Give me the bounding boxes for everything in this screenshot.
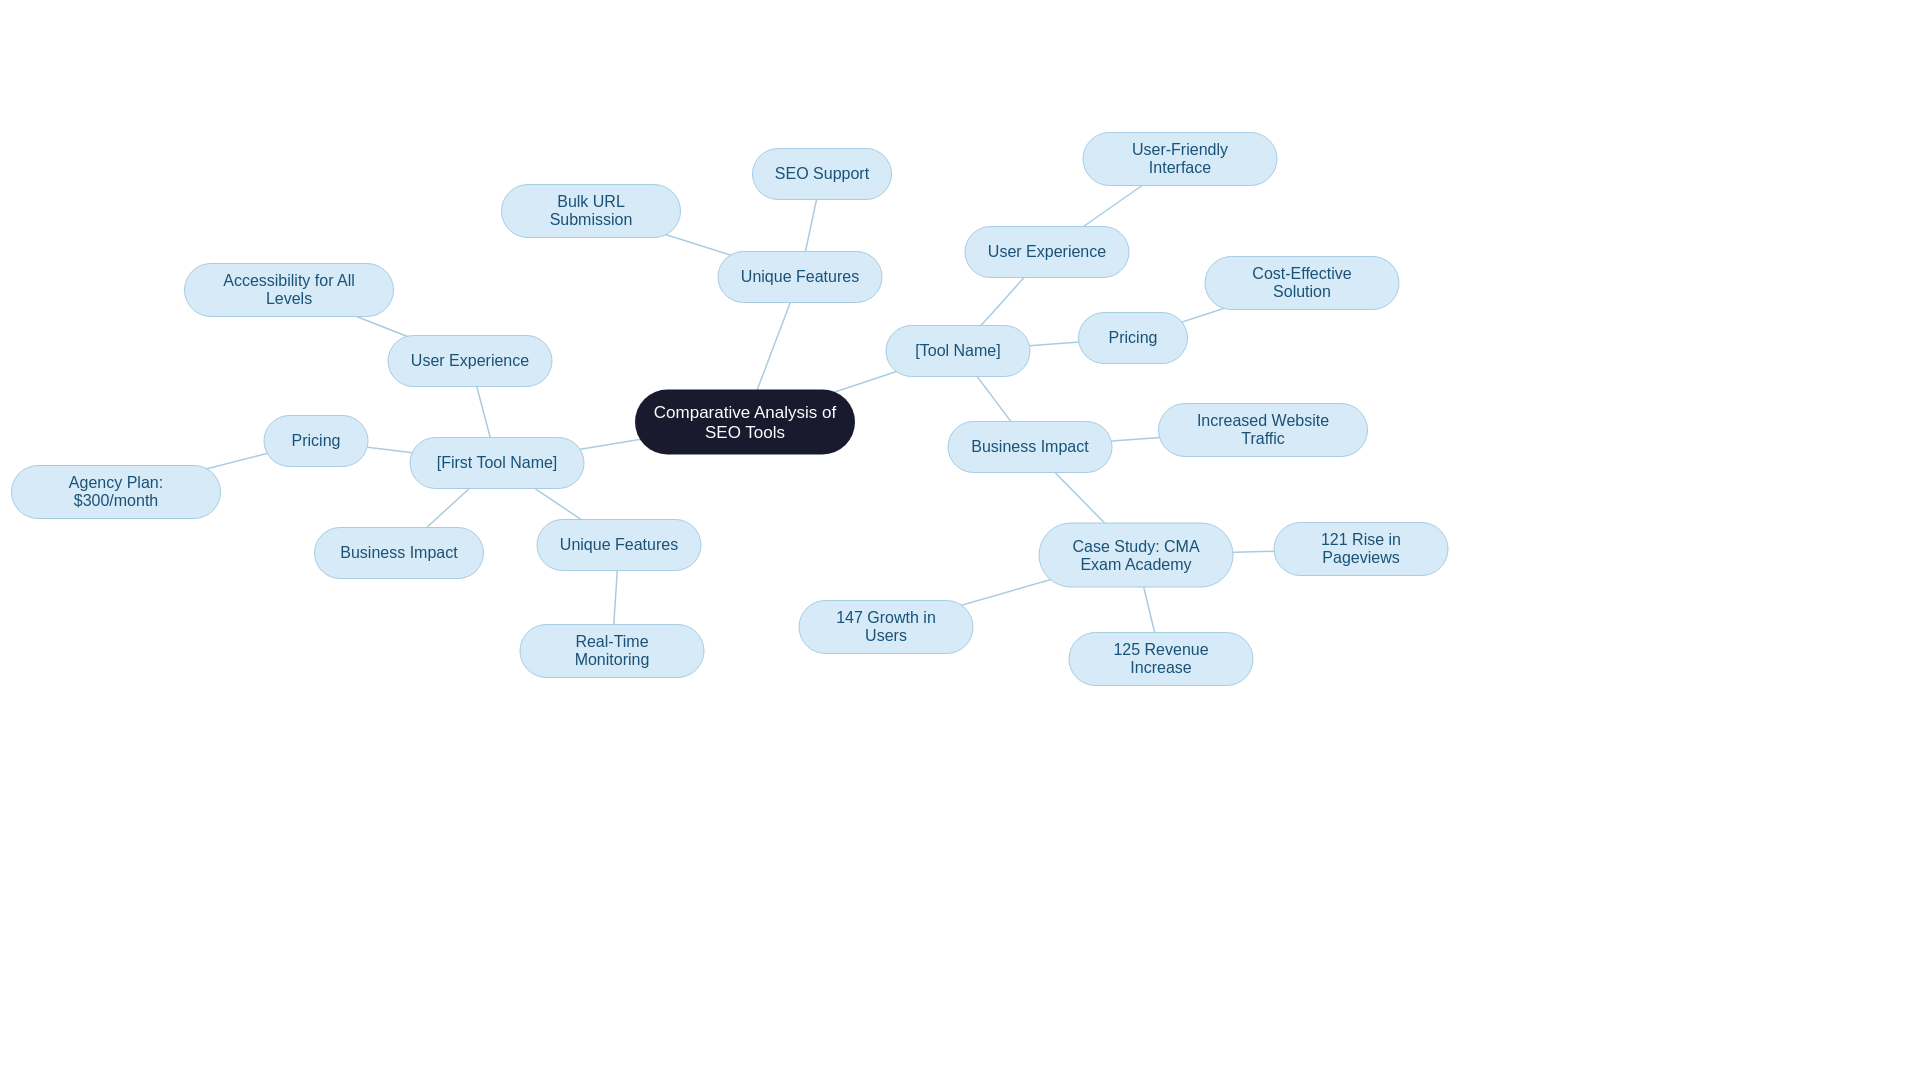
node-cost-effective[interactable]: Cost-Effective Solution bbox=[1205, 256, 1400, 310]
node-business-impact-right[interactable]: Business Impact bbox=[948, 421, 1113, 473]
node-rise-pageviews[interactable]: 121 Rise in Pageviews bbox=[1274, 522, 1449, 576]
node-ux-left[interactable]: User Experience bbox=[388, 335, 553, 387]
node-increased-traffic[interactable]: Increased Website Traffic bbox=[1158, 403, 1368, 457]
node-unique-features-left[interactable]: Unique Features bbox=[537, 519, 702, 571]
node-case-study[interactable]: Case Study: CMA Exam Academy bbox=[1039, 523, 1234, 588]
node-pricing-right[interactable]: Pricing bbox=[1078, 312, 1188, 364]
node-center[interactable]: Comparative Analysis of SEO Tools bbox=[635, 390, 855, 455]
node-business-impact-left[interactable]: Business Impact bbox=[314, 527, 484, 579]
node-bulk-url[interactable]: Bulk URL Submission bbox=[501, 184, 681, 238]
node-seo-support[interactable]: SEO Support bbox=[752, 148, 892, 200]
connections-svg bbox=[0, 0, 1920, 1083]
node-growth-users[interactable]: 147 Growth in Users bbox=[799, 600, 974, 654]
node-ux-right[interactable]: User Experience bbox=[965, 226, 1130, 278]
node-tool-name[interactable]: [Tool Name] bbox=[886, 325, 1031, 377]
node-revenue-increase[interactable]: 125 Revenue Increase bbox=[1069, 632, 1254, 686]
mindmap-container: Comparative Analysis of SEO Tools [First … bbox=[0, 0, 1920, 1083]
node-user-friendly[interactable]: User-Friendly Interface bbox=[1083, 132, 1278, 186]
node-first-tool[interactable]: [First Tool Name] bbox=[410, 437, 585, 489]
node-pricing-left[interactable]: Pricing bbox=[264, 415, 369, 467]
node-unique-features-right[interactable]: Unique Features bbox=[718, 251, 883, 303]
node-real-time[interactable]: Real-Time Monitoring bbox=[520, 624, 705, 678]
node-accessibility[interactable]: Accessibility for All Levels bbox=[184, 263, 394, 317]
node-agency-plan[interactable]: Agency Plan: $300/month bbox=[11, 465, 221, 519]
